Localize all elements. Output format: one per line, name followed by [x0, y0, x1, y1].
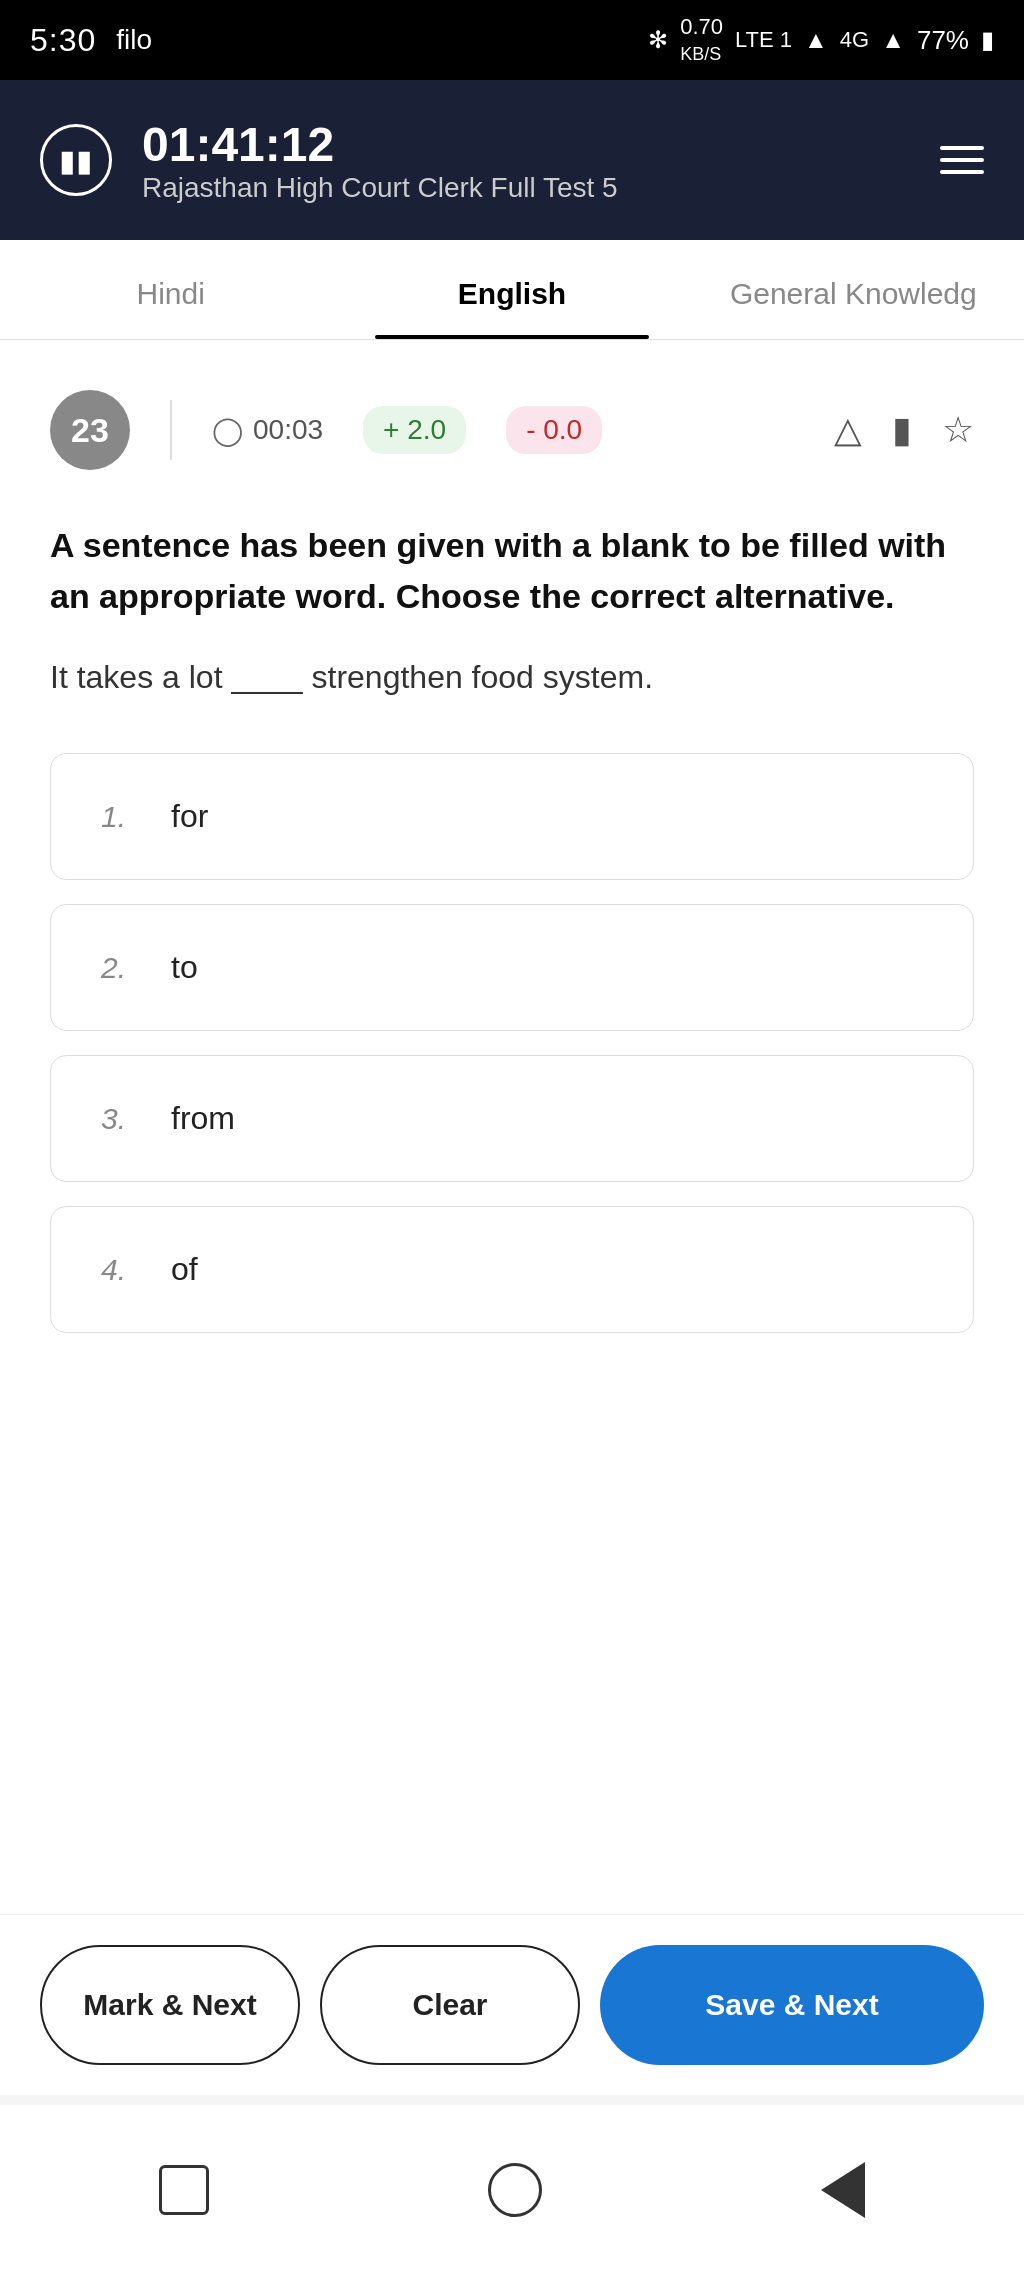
menu-button[interactable] [940, 146, 984, 174]
option-1-number: 1. [101, 800, 141, 834]
nav-square-button[interactable] [159, 2165, 209, 2215]
tab-english[interactable]: English [341, 249, 682, 339]
question-time: 00:03 [253, 414, 323, 446]
signal2-icon: ▲ [881, 26, 905, 54]
options-list: 1. for 2. to 3. from 4. of [50, 753, 974, 1333]
exam-title: Rajasthan High Court Clerk Full Test 5 [142, 172, 618, 204]
battery-display: 77% [917, 25, 969, 56]
speed-display: 0.70KB/S [680, 14, 723, 66]
pause-button[interactable]: ▮▮ [40, 124, 112, 196]
nav-home-button[interactable] [488, 2163, 542, 2217]
hamburger-line3 [940, 170, 984, 174]
tab-gk[interactable]: General Knowledg [683, 249, 1024, 339]
hamburger-line2 [940, 158, 984, 162]
question-action-icons: △ ▮ ☆ [834, 409, 974, 451]
question-instruction: A sentence has been given with a blank t… [50, 520, 974, 622]
question-number-badge: 23 [50, 390, 130, 470]
save-next-button[interactable]: Save & Next [600, 1945, 984, 2065]
exam-timer: 01:41:12 [142, 117, 618, 172]
header-info: 01:41:12 Rajasthan High Court Clerk Full… [142, 117, 618, 204]
clear-button[interactable]: Clear [320, 1945, 580, 2065]
bluetooth-icon: ✻ [648, 26, 668, 54]
bottom-action-bar: Mark & Next Clear Save & Next [0, 1914, 1024, 2095]
vertical-divider [170, 400, 172, 460]
question-timer: ◯ 00:03 [212, 414, 323, 447]
circle-icon [488, 2163, 542, 2217]
option-1-text: for [171, 798, 208, 835]
option-4-number: 4. [101, 1253, 141, 1287]
clock-icon: ◯ [212, 414, 243, 447]
signal-icon: ▲ [804, 26, 828, 54]
lte1-icon: LTE 1 [735, 27, 792, 53]
question-header: 23 ◯ 00:03 + 2.0 - 0.0 △ ▮ ☆ [50, 390, 974, 470]
option-2-number: 2. [101, 951, 141, 985]
question-sentence: It takes a lot ____ strengthen food syst… [50, 652, 974, 703]
option-1[interactable]: 1. for [50, 753, 974, 880]
battery-icon: ▮ [981, 26, 994, 54]
navigation-bar [0, 2105, 1024, 2275]
nav-back-button[interactable] [821, 2162, 865, 2218]
tab-hindi[interactable]: Hindi [0, 249, 341, 339]
tabs-bar: Hindi English General Knowledg [0, 240, 1024, 340]
header: ▮▮ 01:41:12 Rajasthan High Court Clerk F… [0, 80, 1024, 240]
bookmark-icon[interactable]: ▮ [892, 409, 912, 451]
option-4-text: of [171, 1251, 198, 1288]
status-time: 5:30 [30, 22, 96, 59]
option-2-text: to [171, 949, 198, 986]
status-bar: 5:30 filo ✻ 0.70KB/S LTE 1 ▲ 4G ▲ 77% ▮ [0, 0, 1024, 80]
option-3-text: from [171, 1100, 235, 1137]
header-left: ▮▮ 01:41:12 Rajasthan High Court Clerk F… [40, 117, 618, 204]
option-2[interactable]: 2. to [50, 904, 974, 1031]
warning-icon[interactable]: △ [834, 409, 862, 451]
status-app: filo [116, 24, 152, 56]
hamburger-line1 [940, 146, 984, 150]
pause-icon: ▮▮ [59, 143, 93, 178]
positive-score-badge: + 2.0 [363, 406, 466, 454]
back-icon [821, 2162, 865, 2218]
mark-next-button[interactable]: Mark & Next [40, 1945, 300, 2065]
option-4[interactable]: 4. of [50, 1206, 974, 1333]
star-icon[interactable]: ☆ [942, 409, 974, 451]
option-3-number: 3. [101, 1102, 141, 1136]
negative-score-badge: - 0.0 [506, 406, 602, 454]
lte2-icon: 4G [840, 27, 869, 53]
main-content: 23 ◯ 00:03 + 2.0 - 0.0 △ ▮ ☆ A sentence … [0, 340, 1024, 2073]
status-icons: ✻ 0.70KB/S LTE 1 ▲ 4G ▲ 77% ▮ [648, 14, 994, 66]
option-3[interactable]: 3. from [50, 1055, 974, 1182]
square-icon [159, 2165, 209, 2215]
